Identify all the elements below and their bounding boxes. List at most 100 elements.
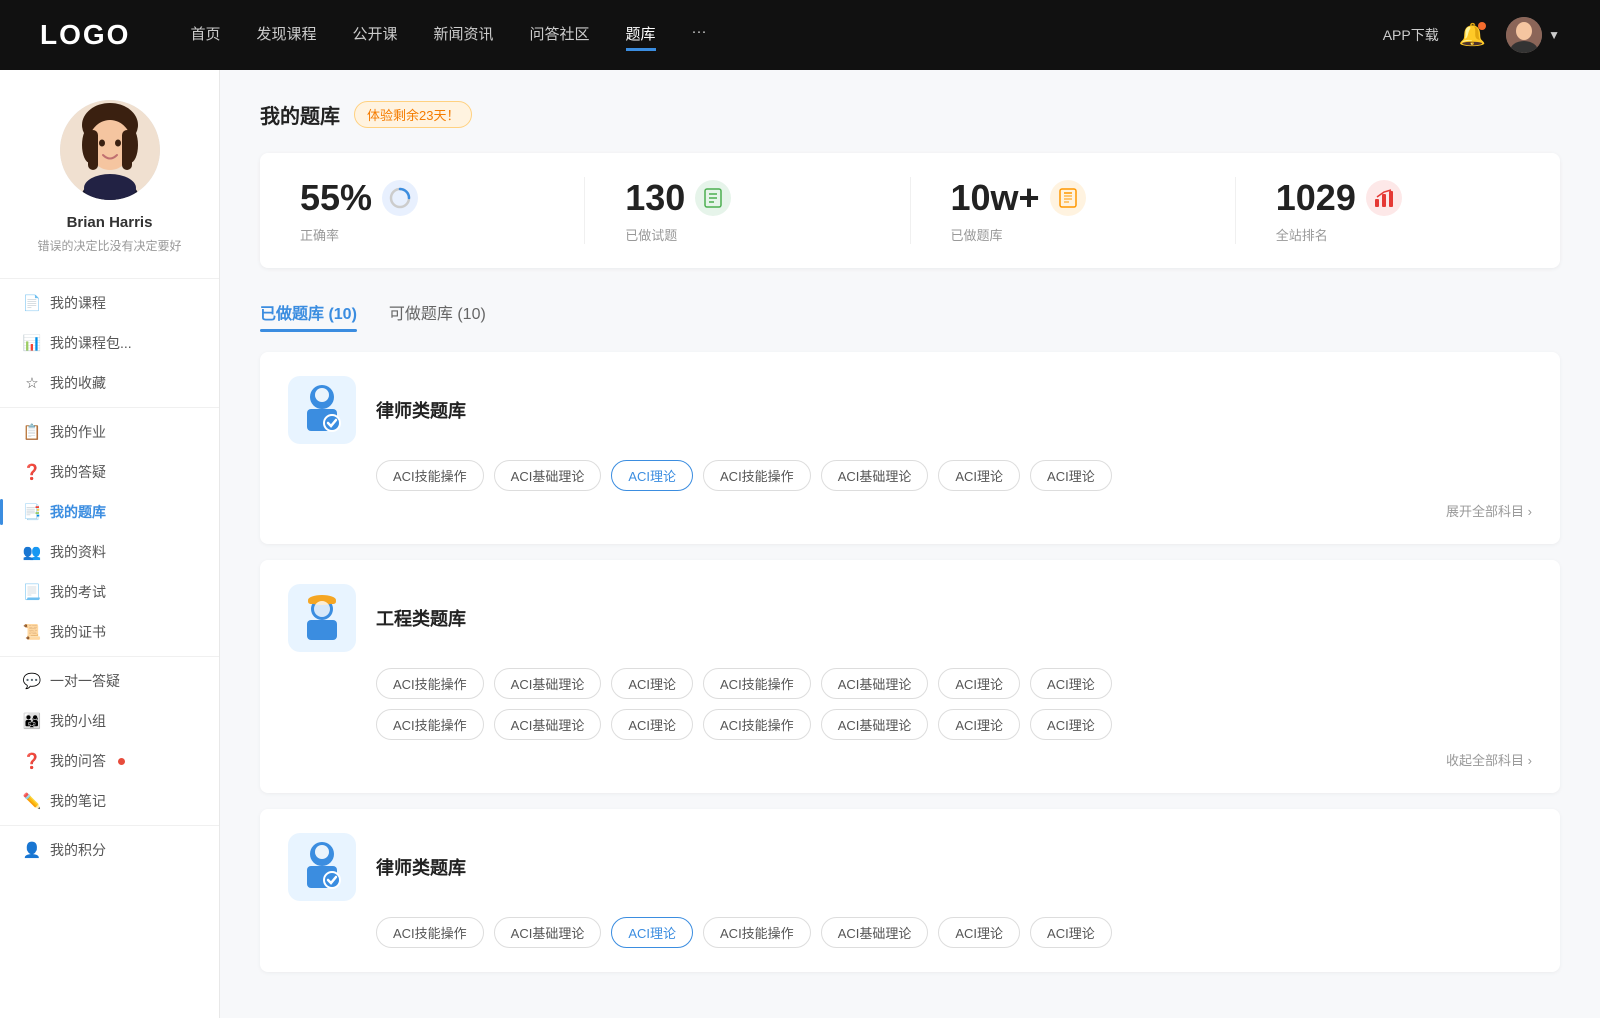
sidebar-item-bank[interactable]: 📑 我的题库 — [0, 492, 219, 532]
sidebar-item-points[interactable]: 👤 我的积分 — [0, 830, 219, 870]
sidebar-item-notes[interactable]: ✏️ 我的笔记 — [0, 781, 219, 821]
tag-3-2[interactable]: ACI基础理论 — [494, 917, 602, 948]
tab-done-banks[interactable]: 已做题库 (10) — [260, 292, 357, 332]
stat-value-ranking: 1029 — [1276, 177, 1356, 219]
sidebar-username: Brian Harris — [67, 214, 153, 231]
main-nav: 首页 发现课程 公开课 新闻资讯 问答社区 题库 ··· — [190, 19, 1382, 51]
tag-1-4[interactable]: ACI技能操作 — [703, 460, 811, 491]
tag-1-6[interactable]: ACI理论 — [938, 460, 1020, 491]
logo[interactable]: LOGO — [40, 19, 130, 51]
bank-icon-lawyer-2 — [288, 833, 356, 901]
bank-collapse-engineering[interactable]: 收起全部科目 › — [288, 750, 1532, 769]
notes-icon: ✏️ — [24, 793, 40, 809]
star-icon: ☆ — [24, 375, 40, 391]
bank-title-lawyer-2: 律师类题库 — [376, 854, 466, 880]
ranking-icon — [1366, 180, 1402, 216]
bank-card-lawyer-2: 律师类题库 ACI技能操作 ACI基础理论 ACI理论 ACI技能操作 ACI基… — [260, 809, 1560, 972]
cert-icon: 📜 — [24, 624, 40, 640]
sidebar-item-one-on-one[interactable]: 💬 一对一答疑 — [0, 661, 219, 701]
etag-2-6[interactable]: ACI理论 — [938, 709, 1020, 740]
etag-1-1[interactable]: ACI技能操作 — [376, 668, 484, 699]
etag-1-2[interactable]: ACI基础理论 — [494, 668, 602, 699]
etag-2-4[interactable]: ACI技能操作 — [703, 709, 811, 740]
notification-bell[interactable]: 🔔 — [1459, 22, 1486, 48]
sidebar-item-certificate[interactable]: 📜 我的证书 — [0, 612, 219, 652]
sidebar-label-one-on-one: 一对一答疑 — [50, 671, 120, 691]
sidebar-label-favorites: 我的收藏 — [50, 373, 106, 393]
etag-1-7[interactable]: ACI理论 — [1030, 668, 1112, 699]
file-icon: 📄 — [24, 295, 40, 311]
exam-icon: 📃 — [24, 584, 40, 600]
materials-icon: 👥 — [24, 544, 40, 560]
bank-title-engineering: 工程类题库 — [376, 605, 466, 631]
etag-2-2[interactable]: ACI基础理论 — [494, 709, 602, 740]
tag-1-1[interactable]: ACI技能操作 — [376, 460, 484, 491]
points-icon: 👤 — [24, 842, 40, 858]
divider-1 — [0, 278, 219, 279]
sidebar-label-homework: 我的作业 — [50, 422, 106, 442]
bank-icon: 📑 — [24, 504, 40, 520]
sidebar-item-group[interactable]: 👨‍👩‍👧 我的小组 — [0, 701, 219, 741]
tag-3-7[interactable]: ACI理论 — [1030, 917, 1112, 948]
tag-3-1[interactable]: ACI技能操作 — [376, 917, 484, 948]
header: LOGO 首页 发现课程 公开课 新闻资讯 问答社区 题库 ··· APP下载 … — [0, 0, 1600, 70]
etag-2-5[interactable]: ACI基础理论 — [821, 709, 929, 740]
bank-icon-engineering — [288, 584, 356, 652]
tag-3-6[interactable]: ACI理论 — [938, 917, 1020, 948]
tag-3-4[interactable]: ACI技能操作 — [703, 917, 811, 948]
nav-bank[interactable]: 题库 — [626, 19, 656, 51]
bank-card-engineering: 工程类题库 ACI技能操作 ACI基础理论 ACI理论 ACI技能操作 ACI基… — [260, 560, 1560, 793]
sidebar-label-course-package: 我的课程包... — [50, 333, 132, 353]
sidebar-item-favorites[interactable]: ☆ 我的收藏 — [0, 363, 219, 403]
etag-2-1[interactable]: ACI技能操作 — [376, 709, 484, 740]
sidebar-item-my-qa[interactable]: ❓ 我的问答 — [0, 741, 219, 781]
bank-title-lawyer-1: 律师类题库 — [376, 397, 466, 423]
nav-qa[interactable]: 问答社区 — [530, 19, 590, 51]
tag-3-5[interactable]: ACI基础理论 — [821, 917, 929, 948]
stat-label-ranking: 全站排名 — [1276, 225, 1328, 244]
stat-label-banks: 已做题库 — [951, 225, 1003, 244]
tag-3-3[interactable]: ACI理论 — [611, 917, 693, 948]
nav-more[interactable]: ··· — [692, 19, 707, 51]
nav-news[interactable]: 新闻资讯 — [434, 19, 494, 51]
trial-badge: 体验剩余23天！ — [354, 101, 472, 128]
etag-2-7[interactable]: ACI理论 — [1030, 709, 1112, 740]
etag-1-3[interactable]: ACI理论 — [611, 668, 693, 699]
bank-tags-engineering-row1: ACI技能操作 ACI基础理论 ACI理论 ACI技能操作 ACI基础理论 AC… — [288, 668, 1532, 699]
tab-available-banks[interactable]: 可做题库 (10) — [389, 292, 486, 332]
bank-expand-1[interactable]: 展开全部科目 › — [288, 501, 1532, 520]
nav-home[interactable]: 首页 — [190, 19, 220, 51]
nav-courses[interactable]: 发现课程 — [256, 19, 316, 51]
stats-row: 55% 正确率 130 — [260, 153, 1560, 268]
homework-icon: 📋 — [24, 424, 40, 440]
etag-1-5[interactable]: ACI基础理论 — [821, 668, 929, 699]
stat-top-accuracy: 55% — [300, 177, 418, 219]
sidebar-label-my-courses: 我的课程 — [50, 293, 106, 313]
sidebar-item-materials[interactable]: 👥 我的资料 — [0, 532, 219, 572]
sidebar-item-qa[interactable]: ❓ 我的答疑 — [0, 452, 219, 492]
etag-2-3[interactable]: ACI理论 — [611, 709, 693, 740]
app-download-button[interactable]: APP下载 — [1383, 25, 1439, 45]
tag-1-7[interactable]: ACI理论 — [1030, 460, 1112, 491]
sidebar-item-course-package[interactable]: 📊 我的课程包... — [0, 323, 219, 363]
divider-4 — [0, 825, 219, 826]
tag-1-2[interactable]: ACI基础理论 — [494, 460, 602, 491]
tabs-row: 已做题库 (10) 可做题库 (10) — [260, 292, 1560, 332]
divider-3 — [0, 656, 219, 657]
user-avatar-button[interactable]: ▼ — [1506, 17, 1560, 53]
etag-1-4[interactable]: ACI技能操作 — [703, 668, 811, 699]
sidebar-item-exam[interactable]: 📃 我的考试 — [0, 572, 219, 612]
tag-1-5[interactable]: ACI基础理论 — [821, 460, 929, 491]
sidebar-item-homework[interactable]: 📋 我的作业 — [0, 412, 219, 452]
sidebar-label-qa: 我的答疑 — [50, 462, 106, 482]
bank-card-header-3: 律师类题库 — [288, 833, 1532, 901]
header-right: APP下载 🔔 ▼ — [1383, 17, 1560, 53]
avatar — [1506, 17, 1542, 53]
etag-1-6[interactable]: ACI理论 — [938, 668, 1020, 699]
tag-1-3[interactable]: ACI理论 — [611, 460, 693, 491]
stat-value-accuracy: 55% — [300, 177, 372, 219]
nav-open-course[interactable]: 公开课 — [352, 19, 397, 51]
sidebar-item-my-courses[interactable]: 📄 我的课程 — [0, 283, 219, 323]
sidebar: Brian Harris 错误的决定比没有决定要好 📄 我的课程 📊 我的课程包… — [0, 70, 220, 1018]
sidebar-label-points: 我的积分 — [50, 840, 106, 860]
